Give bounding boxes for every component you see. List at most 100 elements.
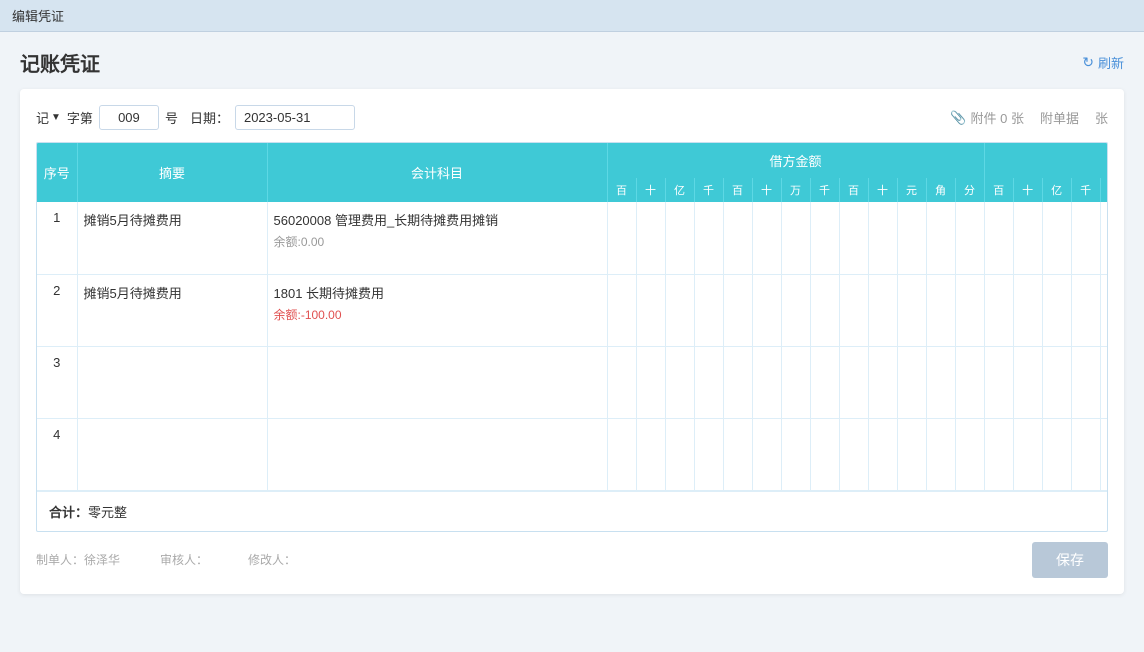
voucher-type-button[interactable]: 记 ▼ bbox=[36, 108, 61, 127]
credit-digit-cell[interactable] bbox=[1071, 274, 1100, 346]
credit-digit-cell[interactable] bbox=[1100, 274, 1108, 346]
creator-label: 制单人：徐泽华 bbox=[36, 551, 120, 568]
debit-digit-cell[interactable] bbox=[839, 202, 868, 274]
debit-digit-cell[interactable] bbox=[926, 418, 955, 490]
debit-digit-cell[interactable] bbox=[926, 346, 955, 418]
debit-digit-cell[interactable] bbox=[723, 418, 752, 490]
debit-digit-cell[interactable] bbox=[607, 274, 636, 346]
credit-digit-cell[interactable] bbox=[1013, 202, 1042, 274]
debit-digit-cell[interactable] bbox=[868, 346, 897, 418]
debit-digit-cell[interactable] bbox=[781, 346, 810, 418]
debit-digit-cell[interactable] bbox=[752, 274, 781, 346]
debit-digit-cell[interactable] bbox=[665, 202, 694, 274]
attachment-link[interactable]: 📎 附件 0 张 bbox=[950, 108, 1024, 127]
cell-summary[interactable] bbox=[77, 346, 267, 418]
debit-digit-cell[interactable] bbox=[781, 418, 810, 490]
debit-digit-cell[interactable] bbox=[752, 346, 781, 418]
debit-digit-cell[interactable] bbox=[839, 274, 868, 346]
cell-account[interactable] bbox=[267, 418, 607, 490]
debit-digit-cell[interactable] bbox=[897, 202, 926, 274]
debit-digit-cell[interactable] bbox=[723, 202, 752, 274]
th-c-qian1: 千 bbox=[1071, 178, 1100, 202]
credit-digit-cell[interactable] bbox=[1042, 346, 1071, 418]
debit-digit-cell[interactable] bbox=[636, 346, 665, 418]
debit-digit-cell[interactable] bbox=[868, 202, 897, 274]
debit-digit-cell[interactable] bbox=[752, 418, 781, 490]
debit-digit-cell[interactable] bbox=[897, 418, 926, 490]
debit-digit-cell[interactable] bbox=[694, 418, 723, 490]
debit-digit-cell[interactable] bbox=[810, 202, 839, 274]
debit-digit-cell[interactable] bbox=[897, 346, 926, 418]
debit-digit-cell[interactable] bbox=[926, 202, 955, 274]
credit-digit-cell[interactable] bbox=[1042, 418, 1071, 490]
voucher-table-body: 1摊销5月待摊费用56020008 管理费用_长期待摊费用摊销余额:0.002摊… bbox=[37, 202, 1108, 490]
debit-digit-cell[interactable] bbox=[868, 418, 897, 490]
table-header-row-1: 序号 摘要 会计科目 借方金额 贷方金额 bbox=[37, 143, 1108, 178]
debit-digit-cell[interactable] bbox=[868, 274, 897, 346]
debit-digit-cell[interactable] bbox=[955, 418, 984, 490]
th-d-shi1: 十 bbox=[752, 178, 781, 202]
cell-account[interactable]: 56020008 管理费用_长期待摊费用摊销余额:0.00 bbox=[267, 202, 607, 274]
debit-digit-cell[interactable] bbox=[839, 418, 868, 490]
credit-digit-cell[interactable] bbox=[1100, 346, 1108, 418]
credit-digit-cell[interactable] bbox=[984, 202, 1013, 274]
voucher-number-input[interactable] bbox=[99, 105, 159, 130]
credit-digit-cell[interactable] bbox=[1042, 274, 1071, 346]
debit-digit-cell[interactable] bbox=[810, 274, 839, 346]
th-debit: 借方金额 bbox=[607, 143, 984, 178]
credit-digit-cell[interactable] bbox=[1071, 418, 1100, 490]
debit-digit-cell[interactable] bbox=[810, 346, 839, 418]
modifier-label: 修改人： bbox=[248, 551, 296, 568]
debit-digit-cell[interactable] bbox=[781, 274, 810, 346]
debit-digit-cell[interactable] bbox=[752, 202, 781, 274]
title-bar-text: 编辑凭证 bbox=[12, 6, 64, 25]
date-input[interactable] bbox=[235, 105, 355, 130]
credit-digit-cell[interactable] bbox=[1013, 274, 1042, 346]
cell-summary[interactable] bbox=[77, 418, 267, 490]
debit-digit-cell[interactable] bbox=[839, 346, 868, 418]
debit-digit-cell[interactable] bbox=[694, 202, 723, 274]
cell-summary[interactable]: 摊销5月待摊费用 bbox=[77, 274, 267, 346]
debit-digit-cell[interactable] bbox=[665, 418, 694, 490]
debit-digit-cell[interactable] bbox=[636, 202, 665, 274]
debit-digit-cell[interactable] bbox=[781, 202, 810, 274]
attach-sheets-label: 张 bbox=[1095, 108, 1108, 127]
debit-digit-cell[interactable] bbox=[926, 274, 955, 346]
main-content: 记账凭证 ↻ 刷新 记 ▼ 字第 号 日期： bbox=[0, 32, 1144, 652]
debit-digit-cell[interactable] bbox=[636, 418, 665, 490]
debit-digit-cell[interactable] bbox=[694, 274, 723, 346]
credit-digit-cell[interactable] bbox=[1100, 202, 1108, 274]
credit-digit-cell[interactable] bbox=[1071, 202, 1100, 274]
debit-digit-cell[interactable] bbox=[636, 274, 665, 346]
cell-seq: 3 bbox=[37, 346, 77, 418]
credit-digit-cell[interactable] bbox=[1071, 346, 1100, 418]
credit-digit-cell[interactable] bbox=[984, 418, 1013, 490]
cell-summary[interactable]: 摊销5月待摊费用 bbox=[77, 202, 267, 274]
debit-digit-cell[interactable] bbox=[607, 418, 636, 490]
debit-digit-cell[interactable] bbox=[665, 274, 694, 346]
credit-digit-cell[interactable] bbox=[1100, 418, 1108, 490]
debit-digit-cell[interactable] bbox=[607, 202, 636, 274]
credit-digit-cell[interactable] bbox=[1013, 346, 1042, 418]
credit-digit-cell[interactable] bbox=[1013, 418, 1042, 490]
debit-digit-cell[interactable] bbox=[607, 346, 636, 418]
debit-digit-cell[interactable] bbox=[694, 346, 723, 418]
attachment-area: 📎 附件 0 张 附单据 张 bbox=[950, 108, 1108, 127]
refresh-button[interactable]: ↻ 刷新 bbox=[1082, 53, 1124, 72]
title-bar: 编辑凭证 bbox=[0, 0, 1144, 32]
credit-digit-cell[interactable] bbox=[1042, 202, 1071, 274]
debit-digit-cell[interactable] bbox=[955, 202, 984, 274]
cell-account[interactable]: 1801 长期待摊费用余额:-100.00 bbox=[267, 274, 607, 346]
cell-account[interactable] bbox=[267, 346, 607, 418]
debit-digit-cell[interactable] bbox=[723, 274, 752, 346]
debit-digit-cell[interactable] bbox=[723, 346, 752, 418]
debit-digit-cell[interactable] bbox=[665, 346, 694, 418]
cell-seq: 4 bbox=[37, 418, 77, 490]
credit-digit-cell[interactable] bbox=[984, 346, 1013, 418]
save-button[interactable]: 保存 bbox=[1032, 542, 1108, 578]
debit-digit-cell[interactable] bbox=[955, 346, 984, 418]
debit-digit-cell[interactable] bbox=[955, 274, 984, 346]
debit-digit-cell[interactable] bbox=[810, 418, 839, 490]
credit-digit-cell[interactable] bbox=[984, 274, 1013, 346]
debit-digit-cell[interactable] bbox=[897, 274, 926, 346]
